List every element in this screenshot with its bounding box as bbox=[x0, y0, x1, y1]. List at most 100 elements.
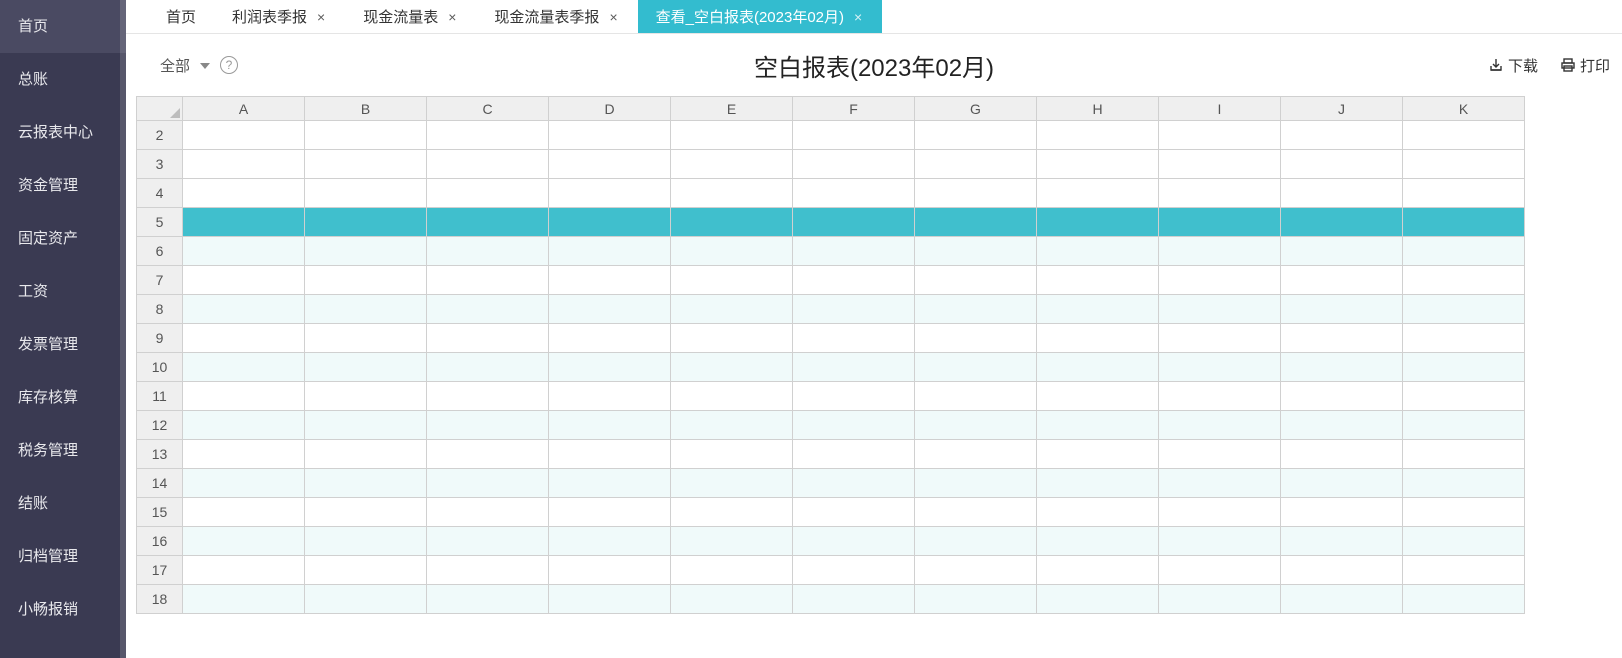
sheet-corner[interactable] bbox=[137, 97, 183, 121]
column-header-C[interactable]: C bbox=[427, 97, 549, 121]
sidebar-item-invoice[interactable]: 发票管理 bbox=[0, 318, 126, 371]
cell-A15[interactable] bbox=[183, 498, 305, 527]
cell-C16[interactable] bbox=[427, 527, 549, 556]
cell-D4[interactable] bbox=[549, 179, 671, 208]
cell-K7[interactable] bbox=[1403, 266, 1525, 295]
cell-J11[interactable] bbox=[1281, 382, 1403, 411]
cell-B7[interactable] bbox=[305, 266, 427, 295]
cell-D9[interactable] bbox=[549, 324, 671, 353]
cell-C7[interactable] bbox=[427, 266, 549, 295]
cell-K2[interactable] bbox=[1403, 121, 1525, 150]
cell-A14[interactable] bbox=[183, 469, 305, 498]
cell-H14[interactable] bbox=[1037, 469, 1159, 498]
cell-D17[interactable] bbox=[549, 556, 671, 585]
cell-I5[interactable] bbox=[1159, 208, 1281, 237]
cell-I16[interactable] bbox=[1159, 527, 1281, 556]
column-header-J[interactable]: J bbox=[1281, 97, 1403, 121]
cell-A16[interactable] bbox=[183, 527, 305, 556]
cell-G17[interactable] bbox=[915, 556, 1037, 585]
cell-J10[interactable] bbox=[1281, 353, 1403, 382]
close-icon[interactable]: × bbox=[607, 10, 619, 24]
cell-A4[interactable] bbox=[183, 179, 305, 208]
cell-F18[interactable] bbox=[793, 585, 915, 614]
cell-E4[interactable] bbox=[671, 179, 793, 208]
cell-I15[interactable] bbox=[1159, 498, 1281, 527]
cell-F17[interactable] bbox=[793, 556, 915, 585]
cell-F5[interactable] bbox=[793, 208, 915, 237]
cell-J8[interactable] bbox=[1281, 295, 1403, 324]
cell-I14[interactable] bbox=[1159, 469, 1281, 498]
sidebar-item-home[interactable]: 首页 bbox=[0, 0, 126, 53]
cell-C18[interactable] bbox=[427, 585, 549, 614]
cell-A18[interactable] bbox=[183, 585, 305, 614]
cell-H6[interactable] bbox=[1037, 237, 1159, 266]
cell-B16[interactable] bbox=[305, 527, 427, 556]
cell-E5[interactable] bbox=[671, 208, 793, 237]
cell-B13[interactable] bbox=[305, 440, 427, 469]
cell-H13[interactable] bbox=[1037, 440, 1159, 469]
cell-F2[interactable] bbox=[793, 121, 915, 150]
sidebar-item-archive[interactable]: 归档管理 bbox=[0, 530, 126, 583]
cell-C6[interactable] bbox=[427, 237, 549, 266]
row-header-17[interactable]: 17 bbox=[137, 556, 183, 585]
close-icon[interactable]: × bbox=[446, 10, 458, 24]
cell-G2[interactable] bbox=[915, 121, 1037, 150]
cell-J7[interactable] bbox=[1281, 266, 1403, 295]
cell-F15[interactable] bbox=[793, 498, 915, 527]
cell-D10[interactable] bbox=[549, 353, 671, 382]
cell-G9[interactable] bbox=[915, 324, 1037, 353]
cell-J3[interactable] bbox=[1281, 150, 1403, 179]
cell-A10[interactable] bbox=[183, 353, 305, 382]
cell-D8[interactable] bbox=[549, 295, 671, 324]
cell-A6[interactable] bbox=[183, 237, 305, 266]
cell-B15[interactable] bbox=[305, 498, 427, 527]
cell-F16[interactable] bbox=[793, 527, 915, 556]
sidebar-item-reimburse[interactable]: 小畅报销 bbox=[0, 583, 126, 636]
cell-H17[interactable] bbox=[1037, 556, 1159, 585]
row-header-8[interactable]: 8 bbox=[137, 295, 183, 324]
cell-A17[interactable] bbox=[183, 556, 305, 585]
cell-C2[interactable] bbox=[427, 121, 549, 150]
cell-E13[interactable] bbox=[671, 440, 793, 469]
cell-E14[interactable] bbox=[671, 469, 793, 498]
cell-C3[interactable] bbox=[427, 150, 549, 179]
cell-E16[interactable] bbox=[671, 527, 793, 556]
cell-B12[interactable] bbox=[305, 411, 427, 440]
cell-H12[interactable] bbox=[1037, 411, 1159, 440]
download-button[interactable]: 下载 bbox=[1488, 55, 1538, 76]
cell-C14[interactable] bbox=[427, 469, 549, 498]
cell-A11[interactable] bbox=[183, 382, 305, 411]
cell-G18[interactable] bbox=[915, 585, 1037, 614]
cell-K17[interactable] bbox=[1403, 556, 1525, 585]
cell-I10[interactable] bbox=[1159, 353, 1281, 382]
row-header-15[interactable]: 15 bbox=[137, 498, 183, 527]
cell-G16[interactable] bbox=[915, 527, 1037, 556]
row-header-12[interactable]: 12 bbox=[137, 411, 183, 440]
row-header-5[interactable]: 5 bbox=[137, 208, 183, 237]
cell-I4[interactable] bbox=[1159, 179, 1281, 208]
sidebar-item-ledger[interactable]: 总账 bbox=[0, 53, 126, 106]
cell-J16[interactable] bbox=[1281, 527, 1403, 556]
tab-4[interactable]: 查看_空白报表(2023年02月)× bbox=[638, 0, 883, 33]
column-header-I[interactable]: I bbox=[1159, 97, 1281, 121]
cell-I7[interactable] bbox=[1159, 266, 1281, 295]
cell-E15[interactable] bbox=[671, 498, 793, 527]
cell-D14[interactable] bbox=[549, 469, 671, 498]
cell-H8[interactable] bbox=[1037, 295, 1159, 324]
cell-K6[interactable] bbox=[1403, 237, 1525, 266]
tab-1[interactable]: 利润表季报× bbox=[214, 0, 345, 33]
cell-I9[interactable] bbox=[1159, 324, 1281, 353]
cell-B14[interactable] bbox=[305, 469, 427, 498]
sidebar-item-inventory[interactable]: 库存核算 bbox=[0, 371, 126, 424]
cell-H7[interactable] bbox=[1037, 266, 1159, 295]
cell-I18[interactable] bbox=[1159, 585, 1281, 614]
cell-D3[interactable] bbox=[549, 150, 671, 179]
cell-J4[interactable] bbox=[1281, 179, 1403, 208]
cell-D7[interactable] bbox=[549, 266, 671, 295]
row-header-18[interactable]: 18 bbox=[137, 585, 183, 614]
cell-I8[interactable] bbox=[1159, 295, 1281, 324]
cell-F3[interactable] bbox=[793, 150, 915, 179]
cell-J2[interactable] bbox=[1281, 121, 1403, 150]
cell-C8[interactable] bbox=[427, 295, 549, 324]
cell-H2[interactable] bbox=[1037, 121, 1159, 150]
